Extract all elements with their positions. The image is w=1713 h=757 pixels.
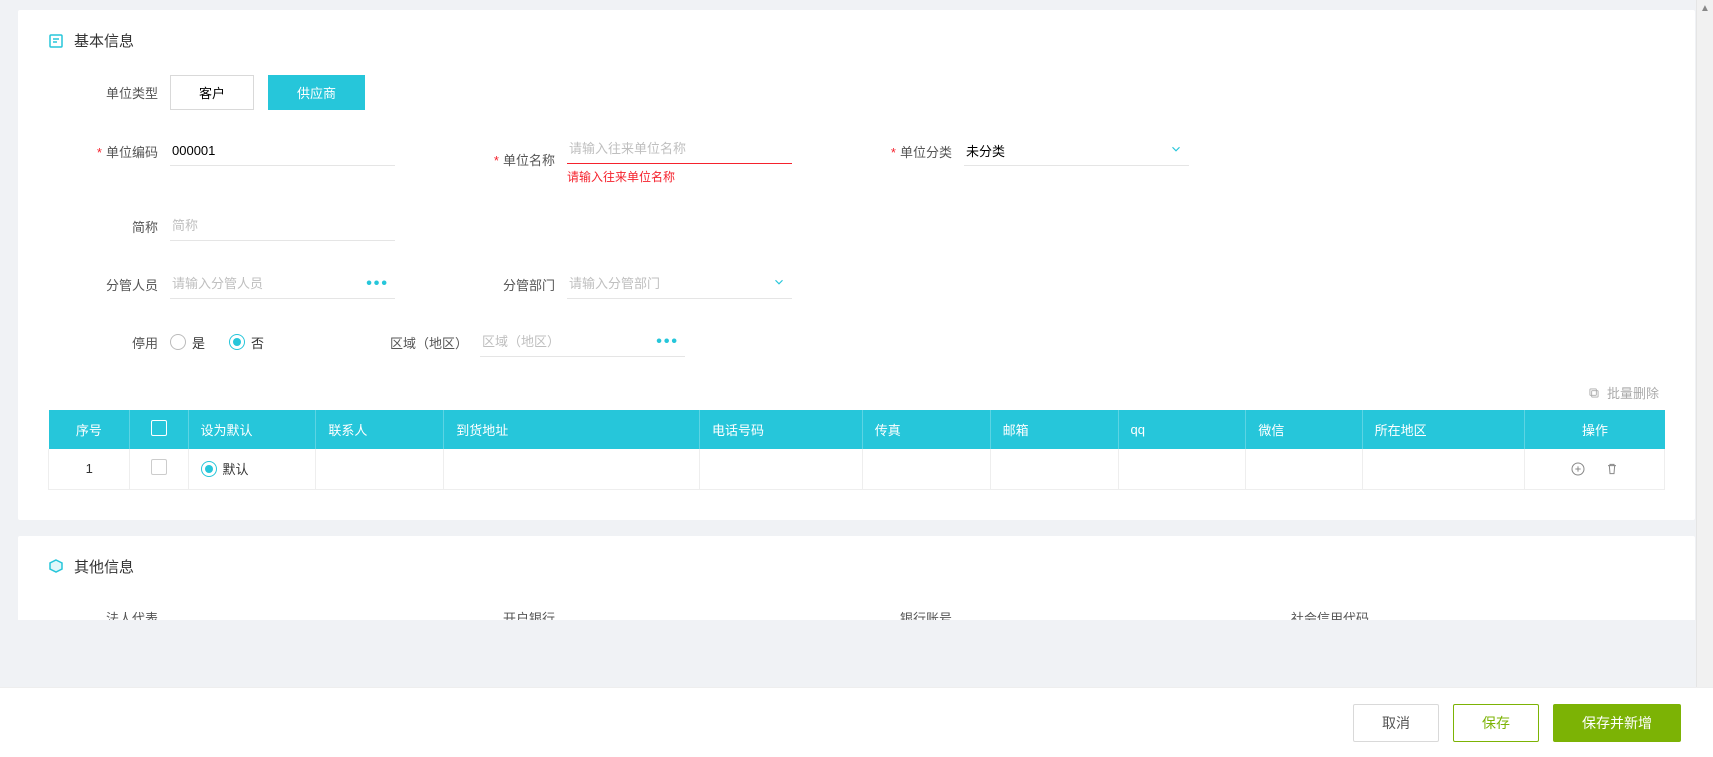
select-all-checkbox[interactable] bbox=[151, 420, 167, 436]
bank-label: 开户银行 bbox=[475, 608, 555, 620]
credit-code-input[interactable] bbox=[1381, 603, 1606, 621]
row-checkbox[interactable] bbox=[151, 459, 167, 475]
disabled-yes-radio[interactable]: 是 bbox=[170, 333, 205, 352]
batch-delete-button[interactable]: 批量删除 bbox=[1607, 383, 1659, 402]
unit-type-customer[interactable]: 客户 bbox=[170, 75, 254, 110]
row-default-label: 默认 bbox=[223, 459, 249, 478]
legal-rep-label: 法人代表 bbox=[78, 608, 158, 620]
ellipsis-icon[interactable]: ••• bbox=[656, 334, 679, 350]
basic-info-panel: 基本信息 单位类型 客户 供应商 *单位编码 *单位名称 请输入 bbox=[18, 10, 1695, 520]
other-info-title: 其他信息 bbox=[74, 556, 134, 577]
account-input[interactable] bbox=[964, 603, 1189, 621]
contact-table: 序号 设为默认 联系人 到货地址 电话号码 传真 邮箱 qq 微信 所在地区 操… bbox=[48, 410, 1665, 490]
ellipsis-icon[interactable]: ••• bbox=[366, 276, 389, 292]
th-mail: 邮箱 bbox=[990, 410, 1118, 449]
basic-info-title: 基本信息 bbox=[74, 30, 134, 51]
disabled-no-radio[interactable]: 否 bbox=[229, 333, 264, 352]
cell-addr[interactable] bbox=[444, 449, 700, 489]
cell-wx[interactable] bbox=[1246, 449, 1362, 489]
th-wx: 微信 bbox=[1246, 410, 1362, 449]
cell-mail[interactable] bbox=[990, 449, 1118, 489]
unit-name-error: 请输入往来单位名称 bbox=[567, 168, 792, 185]
region-input[interactable] bbox=[480, 327, 685, 357]
chevron-down-icon[interactable] bbox=[1169, 142, 1183, 160]
cell-phone[interactable] bbox=[700, 449, 863, 489]
table-row: 1 默认 bbox=[49, 449, 1665, 489]
disabled-label: 停用 bbox=[78, 333, 158, 352]
th-addr: 到货地址 bbox=[444, 410, 700, 449]
bank-input[interactable] bbox=[567, 603, 792, 621]
cell-fax[interactable] bbox=[862, 449, 990, 489]
region-label: 区域（地区） bbox=[368, 333, 468, 352]
footer-bar: 取消 保存 保存并新增 bbox=[0, 687, 1713, 757]
unit-type-supplier[interactable]: 供应商 bbox=[268, 75, 365, 110]
scroll-up-arrow[interactable]: ▲ bbox=[1697, 0, 1713, 17]
save-and-new-button[interactable]: 保存并新增 bbox=[1553, 704, 1681, 742]
th-phone: 电话号码 bbox=[700, 410, 863, 449]
unit-name-input[interactable] bbox=[567, 134, 792, 164]
legal-rep-input[interactable] bbox=[170, 603, 395, 621]
row-default-radio[interactable]: 默认 bbox=[201, 459, 249, 478]
th-seq: 序号 bbox=[49, 410, 130, 449]
credit-code-label: 社会信用代码 bbox=[1269, 608, 1369, 620]
manager-label: 分管人员 bbox=[78, 275, 158, 294]
unit-name-label: 单位名称 bbox=[503, 153, 555, 168]
save-button[interactable]: 保存 bbox=[1453, 704, 1539, 742]
vertical-scrollbar[interactable]: ▲ bbox=[1696, 0, 1713, 687]
other-info-panel: 其他信息 法人代表 开户银行 银行账号 社会信用代码 bbox=[18, 536, 1695, 621]
copy-icon bbox=[1587, 386, 1601, 400]
unit-type-label: 单位类型 bbox=[78, 83, 158, 102]
th-checkbox[interactable] bbox=[130, 410, 188, 449]
cell-region[interactable] bbox=[1362, 449, 1525, 489]
dept-label: 分管部门 bbox=[475, 275, 555, 294]
dept-input[interactable] bbox=[567, 269, 792, 299]
cell-seq: 1 bbox=[49, 449, 130, 489]
th-region: 所在地区 bbox=[1362, 410, 1525, 449]
basic-info-icon bbox=[48, 33, 64, 49]
th-op: 操作 bbox=[1525, 410, 1665, 449]
unit-code-label: 单位编码 bbox=[106, 145, 158, 160]
cancel-button[interactable]: 取消 bbox=[1353, 704, 1439, 742]
other-info-icon bbox=[48, 558, 64, 574]
account-label: 银行账号 bbox=[872, 608, 952, 620]
unit-code-input[interactable] bbox=[170, 136, 395, 166]
short-name-input[interactable] bbox=[170, 211, 395, 241]
chevron-down-icon[interactable] bbox=[772, 275, 786, 293]
table-header-row: 序号 设为默认 联系人 到货地址 电话号码 传真 邮箱 qq 微信 所在地区 操… bbox=[49, 410, 1665, 449]
th-default: 设为默认 bbox=[188, 410, 316, 449]
disabled-no-label: 否 bbox=[251, 333, 264, 352]
disabled-yes-label: 是 bbox=[192, 333, 205, 352]
cell-contact[interactable] bbox=[316, 449, 444, 489]
add-row-icon[interactable] bbox=[1570, 461, 1586, 477]
unit-category-select[interactable] bbox=[964, 136, 1189, 166]
delete-row-icon[interactable] bbox=[1604, 461, 1620, 477]
th-contact: 联系人 bbox=[316, 410, 444, 449]
unit-category-label: 单位分类 bbox=[900, 145, 952, 160]
short-name-label: 简称 bbox=[78, 217, 158, 236]
manager-input[interactable] bbox=[170, 269, 395, 299]
th-qq: qq bbox=[1118, 410, 1246, 449]
cell-qq[interactable] bbox=[1118, 449, 1246, 489]
th-fax: 传真 bbox=[862, 410, 990, 449]
